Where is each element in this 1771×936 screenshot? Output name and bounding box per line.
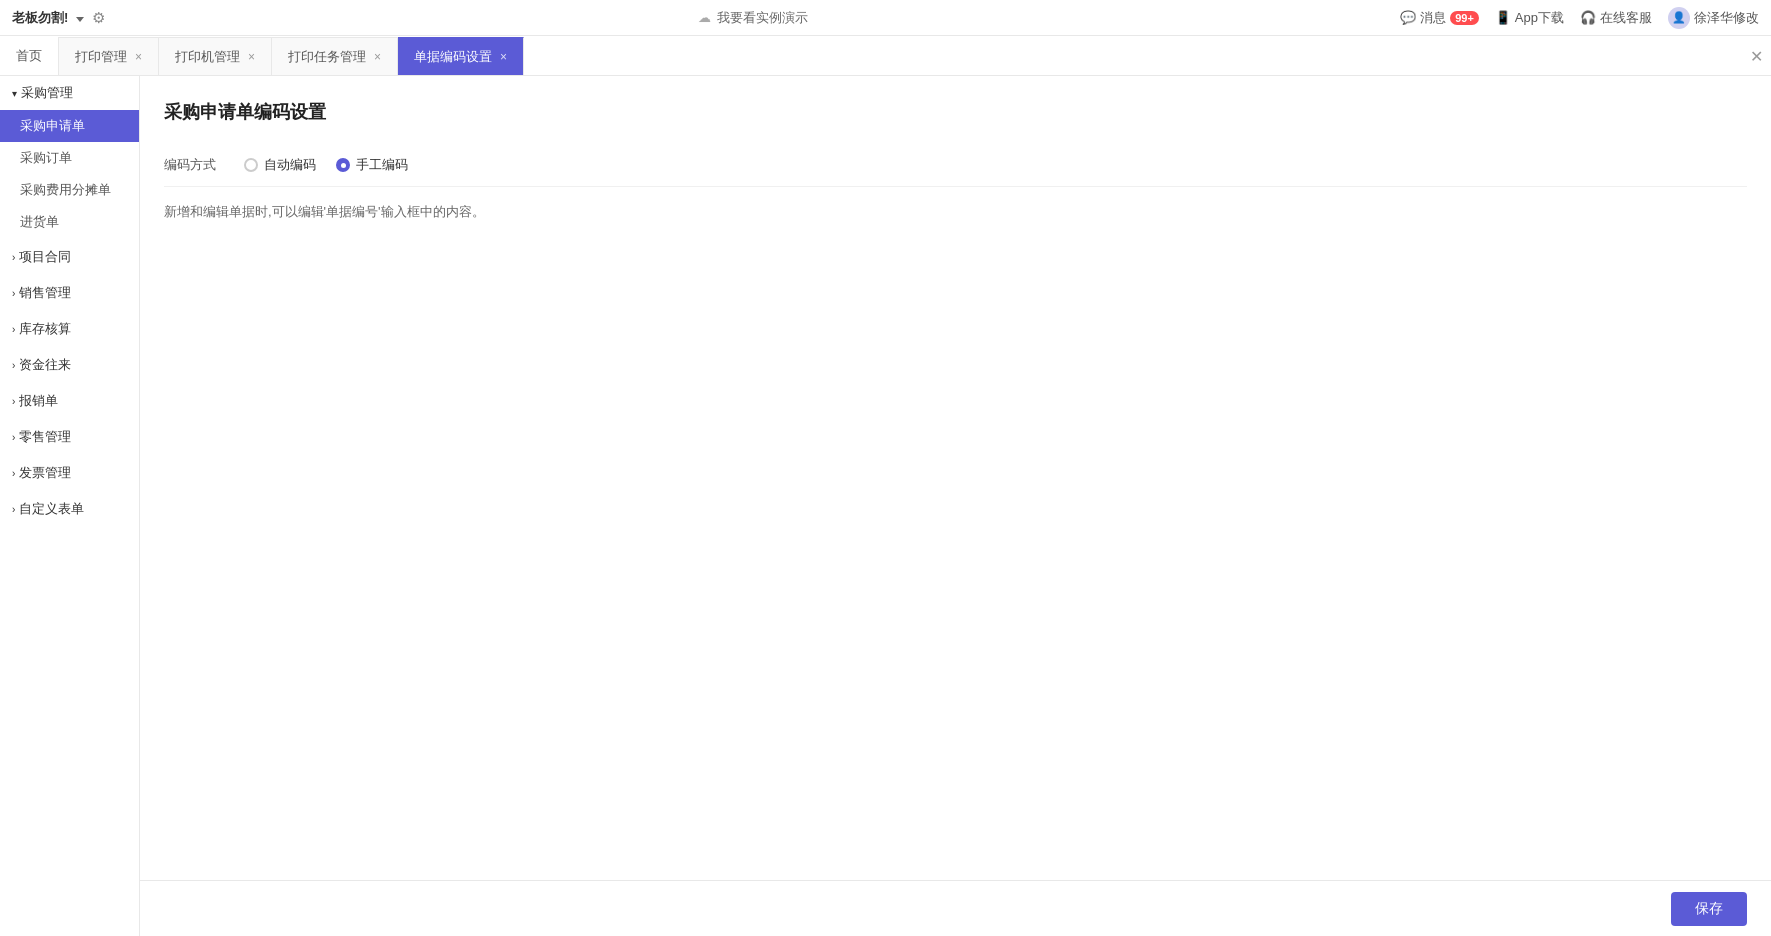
content-area: 采购申请单编码设置 编码方式 自动编码 手工编码 新增和编辑单据时,可以编辑'单… <box>140 76 1771 936</box>
sidebar-group-invoice-title[interactable]: › 发票管理 <box>0 456 139 490</box>
tab-print-task-close[interactable]: × <box>374 51 381 63</box>
app-download-label: App下载 <box>1515 9 1564 27</box>
chevron-right-retail-icon: › <box>12 432 15 443</box>
chevron-right-inventory-icon: › <box>12 324 15 335</box>
sidebar-group-sales-title[interactable]: › 销售管理 <box>0 276 139 310</box>
tab-home[interactable]: 首页 <box>0 37 59 75</box>
cloud-icon: ☁ <box>698 10 711 25</box>
chevron-right-capital-icon: › <box>12 360 15 371</box>
tab-home-label: 首页 <box>16 47 42 65</box>
tab-bar: 首页 打印管理 × 打印机管理 × 打印任务管理 × 单据编码设置 × ✕ <box>0 36 1771 76</box>
sidebar-group-project-title[interactable]: › 项目合同 <box>0 240 139 274</box>
message-label: 消息 <box>1420 9 1446 27</box>
sidebar-group-custom-form: › 自定义表单 <box>0 492 139 526</box>
sidebar-group-purchase-title[interactable]: ▾ 采购管理 <box>0 76 139 110</box>
sidebar-group-capital: › 资金往来 <box>0 348 139 382</box>
sidebar-item-stock-in[interactable]: 进货单 <box>0 206 139 238</box>
user-menu-button[interactable]: 👤 徐泽华修改 <box>1668 7 1759 29</box>
user-name: 徐泽华修改 <box>1694 9 1759 27</box>
sidebar-group-inventory: › 库存核算 <box>0 312 139 346</box>
save-button[interactable]: 保存 <box>1671 892 1747 926</box>
sidebar-item-purchase-expense[interactable]: 采购费用分摊单 <box>0 174 139 206</box>
online-service-button[interactable]: 🎧 在线客服 <box>1580 9 1652 27</box>
sidebar-group-custom-form-title[interactable]: › 自定义表单 <box>0 492 139 526</box>
tab-close-all[interactable]: ✕ <box>1742 37 1771 75</box>
sidebar-group-returns: › 报销单 <box>0 384 139 418</box>
avatar-icon: 👤 <box>1668 7 1690 29</box>
message-badge: 99+ <box>1450 11 1479 25</box>
logo: 老板勿割! <box>12 9 68 27</box>
headset-icon: 🎧 <box>1580 10 1596 25</box>
chevron-down-icon[interactable] <box>76 10 84 25</box>
tab-print-mgmt-label: 打印管理 <box>75 48 127 66</box>
radio-auto-circle <box>244 158 258 172</box>
radio-manual-circle <box>336 158 350 172</box>
tab-print-mgmt-close[interactable]: × <box>135 51 142 63</box>
encoding-method-label: 编码方式 <box>164 156 224 174</box>
encoding-radio-group: 自动编码 手工编码 <box>244 156 408 174</box>
radio-auto-label: 自动编码 <box>264 156 316 174</box>
main-layout: ▾ 采购管理 采购申请单 采购订单 采购费用分摊单 进货单 › 项目合同 <box>0 76 1771 936</box>
chevron-down-purchase-icon: ▾ <box>12 88 17 99</box>
sidebar-group-purchase: ▾ 采购管理 采购申请单 采购订单 采购费用分摊单 进货单 <box>0 76 139 238</box>
sidebar-group-project: › 项目合同 <box>0 240 139 274</box>
radio-manual-label: 手工编码 <box>356 156 408 174</box>
sidebar-group-retail: › 零售管理 <box>0 420 139 454</box>
top-bar-right: 💬 消息 99+ 📱 App下载 🎧 在线客服 👤 徐泽华修改 <box>1400 7 1759 29</box>
message-icon: 💬 <box>1400 10 1416 25</box>
sidebar-group-invoice: › 发票管理 <box>0 456 139 490</box>
chevron-right-custom-icon: › <box>12 504 15 515</box>
tab-printer-mgmt-label: 打印机管理 <box>175 48 240 66</box>
encoding-row: 编码方式 自动编码 手工编码 <box>164 144 1747 187</box>
tab-single-code-label: 单据编码设置 <box>414 48 492 66</box>
mobile-icon: 📱 <box>1495 10 1511 25</box>
sidebar-group-purchase-label: 采购管理 <box>21 84 73 102</box>
sidebar-item-purchase-request[interactable]: 采购申请单 <box>0 110 139 142</box>
tab-printer-mgmt-close[interactable]: × <box>248 51 255 63</box>
info-text: 新增和编辑单据时,可以编辑'单据编号'输入框中的内容。 <box>164 203 1747 221</box>
sidebar-group-inventory-title[interactable]: › 库存核算 <box>0 312 139 346</box>
chevron-right-sales-icon: › <box>12 288 15 299</box>
tab-print-task[interactable]: 打印任务管理 × <box>272 37 398 75</box>
tab-printer-mgmt[interactable]: 打印机管理 × <box>159 37 272 75</box>
radio-auto-code[interactable]: 自动编码 <box>244 156 316 174</box>
tab-single-code-close[interactable]: × <box>500 51 507 63</box>
chevron-right-invoice-icon: › <box>12 468 15 479</box>
message-button[interactable]: 💬 消息 99+ <box>1400 9 1479 27</box>
top-bar-center: ☁ 我要看实例演示 <box>698 9 808 27</box>
radio-manual-code[interactable]: 手工编码 <box>336 156 408 174</box>
sidebar: ▾ 采购管理 采购申请单 采购订单 采购费用分摊单 进货单 › 项目合同 <box>0 76 140 936</box>
online-service-label: 在线客服 <box>1600 9 1652 27</box>
sidebar-item-purchase-order[interactable]: 采购订单 <box>0 142 139 174</box>
content-footer: 保存 <box>140 880 1771 936</box>
sidebar-group-returns-title[interactable]: › 报销单 <box>0 384 139 418</box>
chevron-right-project-icon: › <box>12 252 15 263</box>
page-title: 采购申请单编码设置 <box>164 100 1747 124</box>
settings-icon[interactable]: ⚙ <box>92 9 105 27</box>
content-inner: 采购申请单编码设置 编码方式 自动编码 手工编码 新增和编辑单据时,可以编辑'单… <box>140 76 1771 880</box>
tab-print-task-label: 打印任务管理 <box>288 48 366 66</box>
sidebar-group-capital-title[interactable]: › 资金往来 <box>0 348 139 382</box>
top-bar-left: 老板勿割! ⚙ <box>12 9 105 27</box>
demo-link[interactable]: 我要看实例演示 <box>717 9 808 27</box>
app-download-button[interactable]: 📱 App下载 <box>1495 9 1564 27</box>
sidebar-group-sales: › 销售管理 <box>0 276 139 310</box>
tab-single-code[interactable]: 单据编码设置 × <box>398 37 524 75</box>
sidebar-group-retail-title[interactable]: › 零售管理 <box>0 420 139 454</box>
chevron-right-returns-icon: › <box>12 396 15 407</box>
tab-print-mgmt[interactable]: 打印管理 × <box>59 37 159 75</box>
top-bar: 老板勿割! ⚙ ☁ 我要看实例演示 💬 消息 99+ 📱 App下载 🎧 在线客… <box>0 0 1771 36</box>
